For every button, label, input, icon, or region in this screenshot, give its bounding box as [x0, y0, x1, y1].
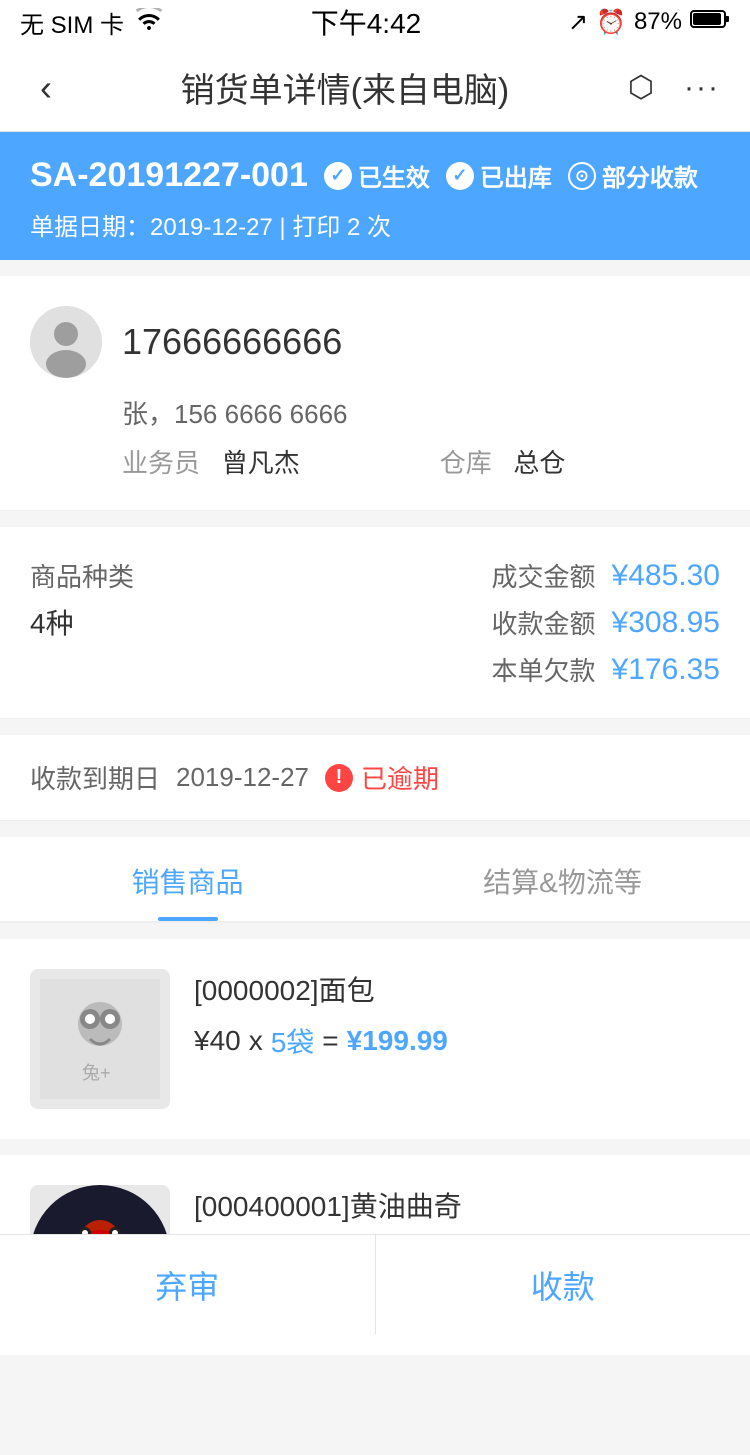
status-label-3: 部分收款 [602, 158, 698, 193]
carrier-text: 无 SIM 卡 [20, 5, 124, 40]
debt-value: ¥176.35 [612, 653, 720, 687]
types-count: 4种 [30, 602, 134, 642]
staff-info: 业务员 曾凡杰 [122, 443, 300, 480]
amount-details: 成交金额 ¥485.30 收款金额 ¥308.95 本单欠款 ¥176.35 [492, 557, 720, 688]
order-id-row: SA-20191227-001 ✓ 已生效 ✓ 已出库 ⊙ 部分收款 [30, 156, 720, 195]
customer-name: 张，156 6666 6666 [122, 394, 720, 431]
status-badges: ✓ 已生效 ✓ 已出库 ⊙ 部分收款 [324, 158, 698, 193]
status-bar: 无 SIM 卡 下午4:42 ↗ ⏰ 87% [0, 0, 750, 44]
cancel-button[interactable]: 弃审 [0, 1235, 376, 1334]
order-date: 单据日期：2019-12-27 | 打印 2 次 [30, 207, 720, 242]
multiply-icon-1: x [249, 1025, 263, 1057]
staff-row: 业务员 曾凡杰 仓库 总仓 [122, 443, 720, 480]
warehouse-info: 仓库 总仓 [440, 443, 566, 480]
check-icon-1: ✓ [324, 162, 352, 190]
bread-total: ¥199.99 [347, 1025, 448, 1057]
bread-qty: 5袋 [271, 1021, 315, 1061]
product-info-bread: [0000002]面包 ¥40 x 5袋 = ¥199.99 [194, 969, 720, 1061]
order-id-text: SA-20191227-001 [30, 156, 308, 195]
amount-section: 商品种类 4种 成交金额 ¥485.30 收款金额 ¥308.95 本单欠款 ¥… [0, 527, 750, 719]
overdue-badge: ! 已逾期 [325, 759, 439, 796]
customer-section: 17666666666 张，156 6666 6666 业务员 曾凡杰 仓库 总… [0, 276, 750, 511]
product-name-bread: [0000002]面包 [194, 969, 720, 1009]
more-icon[interactable]: ··· [684, 71, 720, 105]
nav-title: 销货单详情(来自电脑) [181, 63, 510, 112]
location-icon: ↗ [568, 8, 588, 37]
deal-value: ¥485.30 [612, 559, 720, 593]
time-display: 下午4:42 [311, 2, 422, 42]
avatar [30, 306, 102, 378]
status-badge-1: ✓ 已生效 [324, 158, 430, 193]
status-badge-2: ✓ 已出库 [446, 158, 552, 193]
status-badge-3: ⊙ 部分收款 [568, 158, 698, 193]
deal-amount-row: 成交金额 ¥485.30 [492, 557, 720, 594]
clock-icon: ⊙ [568, 162, 596, 190]
status-right: ↗ ⏰ 87% [568, 8, 730, 37]
debt-amount-row: 本单欠款 ¥176.35 [492, 651, 720, 688]
tab-settlement[interactable]: 结算&物流等 [375, 837, 750, 921]
customer-name-row: 17666666666 [30, 306, 720, 378]
status-left: 无 SIM 卡 [20, 5, 164, 40]
product-price-bread: ¥40 x 5袋 = ¥199.99 [194, 1021, 720, 1061]
confirm-button[interactable]: 收款 [376, 1235, 750, 1334]
nav-actions: ⬡ ··· [628, 70, 720, 105]
received-label: 收款金额 [492, 604, 596, 641]
battery-text: 87% [634, 8, 682, 36]
deal-label: 成交金额 [492, 557, 596, 594]
bottom-bar: 弃审 收款 [0, 1234, 750, 1334]
received-value: ¥308.95 [612, 606, 720, 640]
product-types: 商品种类 4种 [30, 557, 134, 642]
wifi-icon [134, 8, 164, 37]
status-label-2: 已出库 [480, 158, 552, 193]
overdue-icon: ! [325, 764, 353, 792]
staff-label: 业务员 [122, 448, 200, 478]
types-label: 商品种类 [30, 557, 134, 594]
alarm-icon: ⏰ [596, 8, 626, 37]
product-item-bread: 兔+ [0000002]面包 ¥40 x 5袋 = ¥199.99 [0, 939, 750, 1139]
warehouse-name: 总仓 [513, 448, 565, 478]
due-date-value: 2019-12-27 [176, 762, 309, 793]
order-header: SA-20191227-001 ✓ 已生效 ✓ 已出库 ⊙ 部分收款 单据日期：… [0, 132, 750, 260]
product-list: 兔+ [0000002]面包 ¥40 x 5袋 = ¥199.99 [0, 939, 750, 1455]
product-name-cookie: [000400001]黄油曲奇 [194, 1185, 720, 1225]
received-amount-row: 收款金额 ¥308.95 [492, 604, 720, 641]
nav-bar: ‹ 销货单详情(来自电脑) ⬡ ··· [0, 44, 750, 132]
back-button[interactable]: ‹ [30, 57, 62, 119]
due-date-section: 收款到期日 2019-12-27 ! 已逾期 [0, 735, 750, 821]
staff-name: 曾凡杰 [222, 448, 300, 478]
bread-unit-price: ¥40 [194, 1025, 241, 1057]
check-icon-2: ✓ [446, 162, 474, 190]
share-icon[interactable]: ⬡ [628, 70, 654, 105]
status-label-1: 已生效 [358, 158, 430, 193]
tab-sales-products[interactable]: 销售商品 [0, 837, 375, 921]
debt-label: 本单欠款 [492, 651, 596, 688]
battery-icon [690, 8, 730, 37]
overdue-text: 已逾期 [361, 759, 439, 796]
tabs: 销售商品 结算&物流等 [0, 837, 750, 923]
due-date-label: 收款到期日 [30, 759, 160, 796]
product-image-bread: 兔+ [30, 969, 170, 1109]
customer-phone: 17666666666 [122, 321, 342, 363]
equals-icon-1: = [322, 1025, 338, 1057]
svg-text:兔+: 兔+ [82, 1063, 111, 1083]
warehouse-label: 仓库 [440, 448, 492, 478]
